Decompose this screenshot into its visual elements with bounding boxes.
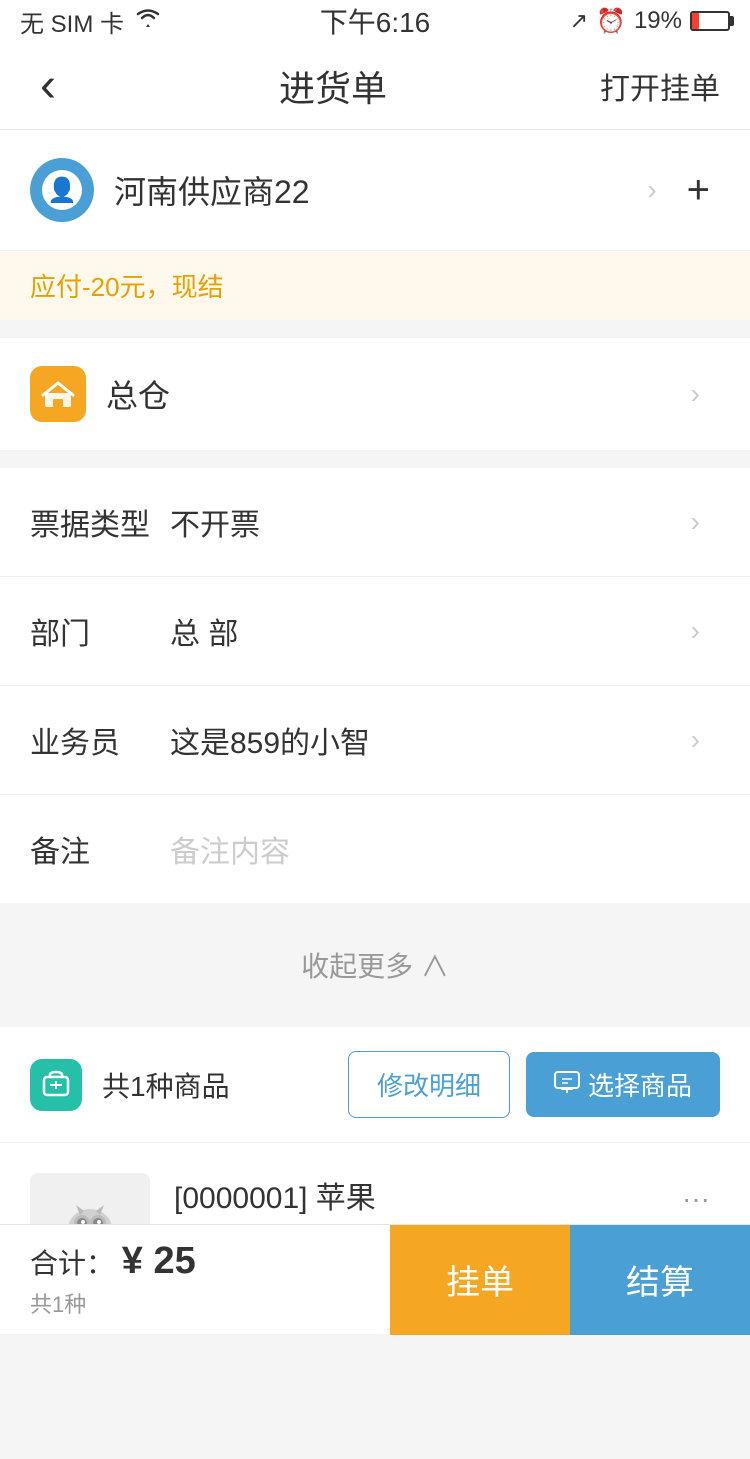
product-name: [0000001] 苹果 [174,1173,672,1217]
select-product-button[interactable]: 选择商品 [526,1052,720,1117]
bottom-total-line: 合计： ¥ 25 [30,1240,360,1283]
remark-input[interactable]: 备注内容 [170,827,720,871]
products-count: 共1种商品 [102,1065,348,1105]
page-title: 进货单 [279,60,387,112]
status-bar-time: 下午6:16 [320,1,431,41]
location-icon: ↗ [570,8,588,34]
collapse-bar[interactable]: 收起更多 ∧ [0,921,750,1009]
products-icon [30,1059,82,1111]
add-button[interactable]: + [677,168,720,213]
remark-label: 备注 [30,827,170,871]
warehouse-icon [30,366,86,422]
supplier-notice: 应付-20元，现结 [0,251,750,320]
carrier-text: 无 SIM 卡 [20,4,124,39]
warehouse-name: 总仓 [106,371,691,417]
salesperson-value: 这是859的小智 [170,718,691,762]
status-bar: 无 SIM 卡 下午6:16 ↗ ⏰ 19% [0,0,750,42]
supplier-section: 👤 河南供应商22 › + 应付-20元，现结 [0,130,750,320]
nav-bar: ‹ 进货单 打开挂单 [0,42,750,130]
product-more-button[interactable]: ··· [672,1173,720,1225]
status-bar-left: 无 SIM 卡 [20,4,162,39]
warehouse-row[interactable]: 总仓 › [0,338,750,450]
ticket-type-chevron-icon: › [691,506,700,538]
department-row[interactable]: 部门 总 部 › [0,577,750,686]
back-button[interactable]: ‹ [30,48,66,123]
select-product-label: 选择商品 [588,1066,692,1103]
warehouse-chevron-icon: › [691,378,700,410]
open-hang-button[interactable]: 打开挂单 [600,64,720,108]
supplier-avatar: 👤 [30,158,94,222]
ticket-type-row[interactable]: 票据类型 不开票 › [0,468,750,577]
bottom-bar: 合计： ¥ 25 共1种 挂单 结算 [0,1224,750,1334]
department-label: 部门 [30,609,170,653]
hang-button[interactable]: 挂单 [390,1225,570,1335]
salesperson-label: 业务员 [30,718,170,762]
supplier-avatar-icon: 👤 [42,170,82,210]
total-label: 合计： [30,1248,114,1279]
remark-row[interactable]: 备注 备注内容 [0,795,750,903]
wifi-icon [134,7,162,35]
battery-icon [690,11,730,31]
battery-percent: 19% [634,7,682,35]
supplier-name: 河南供应商22 [114,167,647,213]
products-header: 共1种商品 修改明细 选择商品 [0,1027,750,1143]
status-bar-right: ↗ ⏰ 19% [570,7,730,36]
select-product-icon [554,1069,580,1100]
total-count: 共1种 [30,1287,360,1319]
separator [0,1009,750,1027]
product-title: 苹果 [316,1182,376,1215]
form-section: 票据类型 不开票 › 部门 总 部 › 业务员 这是859的小智 › 备注 备注… [0,468,750,903]
salesperson-row[interactable]: 业务员 这是859的小智 › [0,686,750,795]
supplier-chevron-icon: › [647,174,656,206]
edit-detail-button[interactable]: 修改明细 [348,1051,510,1118]
settle-button[interactable]: 结算 [570,1225,750,1335]
product-code: [0000001] [174,1182,316,1215]
alarm-icon: ⏰ [596,7,626,36]
department-chevron-icon: › [691,615,700,647]
total-amount: ¥ 25 [122,1240,196,1282]
salesperson-chevron-icon: › [691,724,700,756]
supplier-row[interactable]: 👤 河南供应商22 › + [0,130,750,251]
ticket-type-value: 不开票 [170,500,691,544]
ticket-type-label: 票据类型 [30,500,170,544]
bottom-total: 合计： ¥ 25 共1种 [0,1240,390,1319]
department-value: 总 部 [170,609,691,653]
